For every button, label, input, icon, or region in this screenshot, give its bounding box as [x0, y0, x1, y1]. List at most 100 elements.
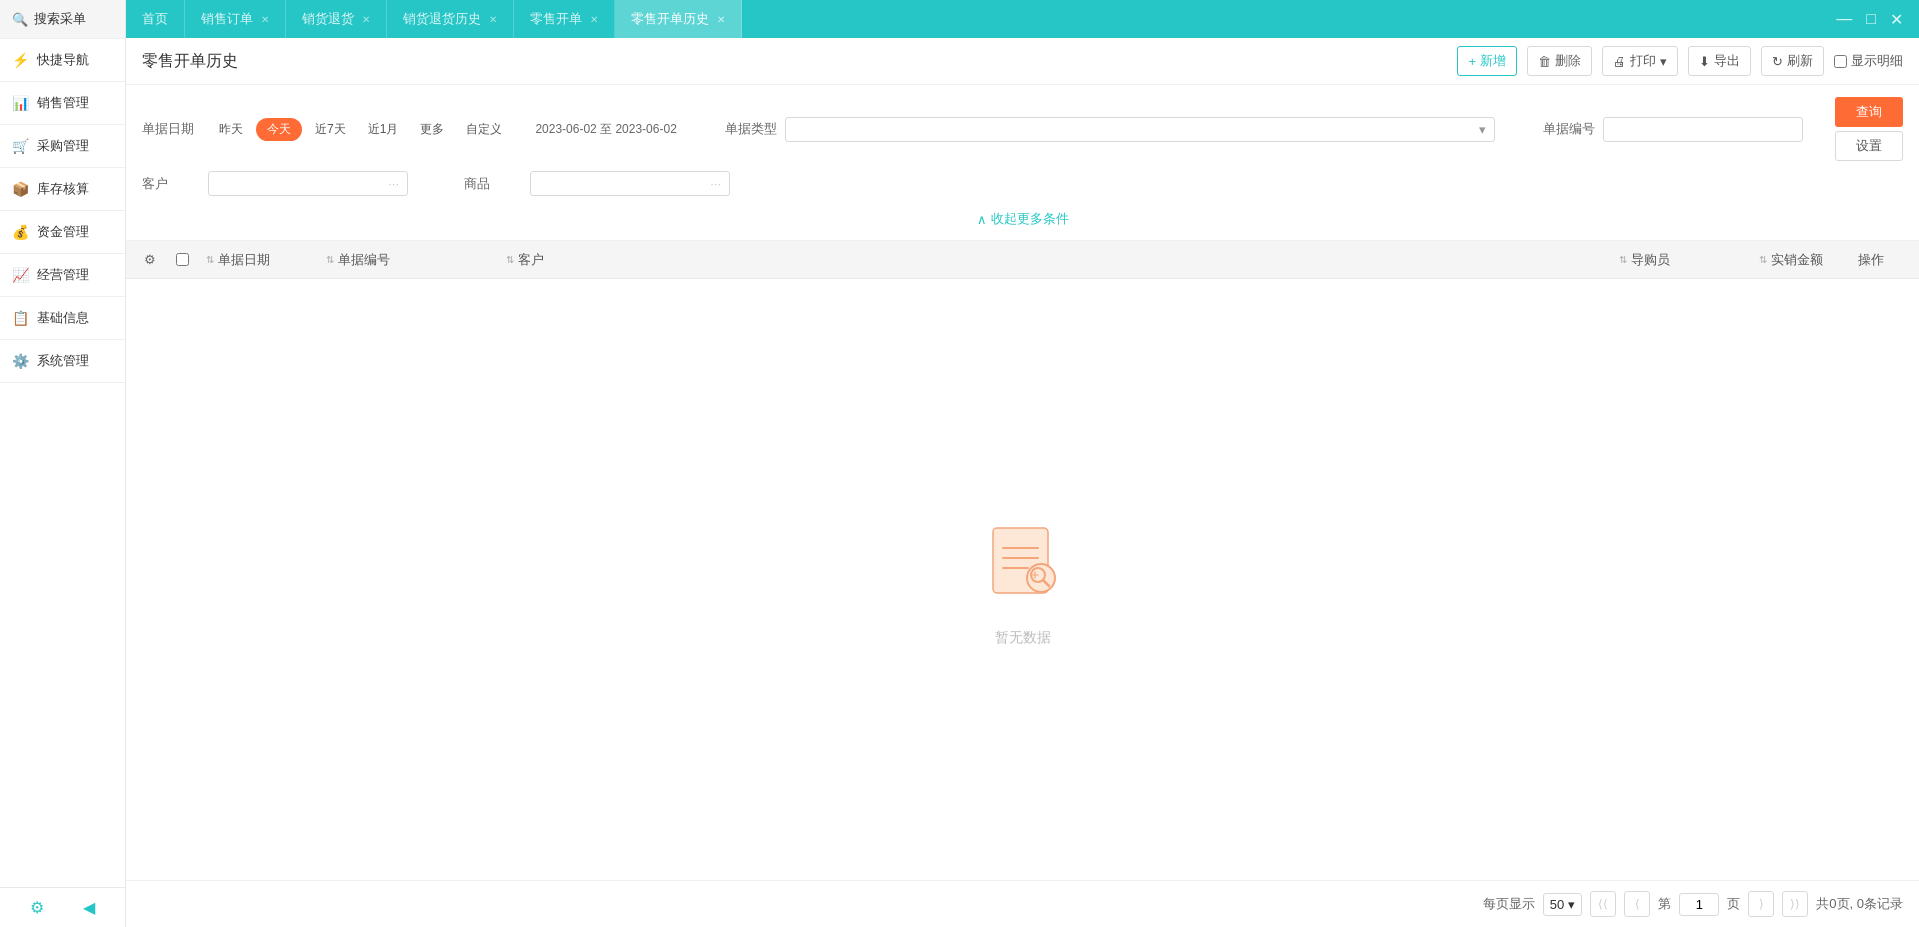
date-btn-custom[interactable]: 自定义 [457, 118, 511, 141]
add-icon: + [1468, 54, 1476, 69]
th-cust-label: 客户 [518, 251, 544, 269]
last-page-button[interactable]: ⟩⟩ [1782, 891, 1808, 917]
sidebar-item-inventory[interactable]: 📦 库存核算 [0, 168, 125, 211]
close-tab-sales-return-icon[interactable]: ✕ [362, 14, 370, 25]
settings-icon[interactable]: ⚙ [30, 898, 44, 917]
doc-type-group: 单据类型 ▾ [725, 117, 1495, 142]
column-settings-button[interactable]: ⚙ [134, 252, 166, 267]
th-ops-label: 操作 [1858, 251, 1884, 269]
date-buttons: 昨天 今天 近7天 近1月 更多 自定义 [210, 118, 511, 141]
close-window-button[interactable]: ✕ [1886, 8, 1907, 31]
date-btn-more[interactable]: 更多 [411, 118, 453, 141]
sidebar-search-label: 搜索采单 [34, 10, 86, 28]
th-num[interactable]: ⇅ 单据编号 [318, 251, 498, 269]
maximize-button[interactable]: □ [1862, 8, 1880, 30]
add-button[interactable]: + 新增 [1457, 46, 1517, 76]
first-page-button[interactable]: ⟨⟨ [1590, 891, 1616, 917]
close-tab-sales-order-icon[interactable]: ✕ [261, 14, 269, 25]
th-date[interactable]: ⇅ 单据日期 [198, 251, 318, 269]
th-customer[interactable]: ⇅ 客户 [498, 251, 1611, 269]
refresh-button[interactable]: ↻ 刷新 [1761, 46, 1824, 76]
biz-mgmt-icon: 📈 [12, 267, 29, 283]
date-range-display: 2023-06-02 至 2023-06-02 [535, 121, 676, 138]
th-num-sort-icon: ⇅ [326, 254, 334, 265]
close-tab-sales-return-hist-icon[interactable]: ✕ [489, 14, 497, 25]
sidebar-item-finance[interactable]: 💰 资金管理 [0, 211, 125, 254]
date-filter-label: 单据日期 [142, 120, 194, 138]
th-date-label: 单据日期 [218, 251, 270, 269]
display-detail-toggle[interactable]: 显示明细 [1834, 52, 1903, 70]
select-all-checkbox[interactable] [176, 253, 189, 266]
sidebar-item-biz-mgmt[interactable]: 📈 经营管理 [0, 254, 125, 297]
doc-num-input[interactable] [1603, 117, 1803, 142]
quick-nav-icon: ⚡ [12, 52, 29, 68]
sidebar-item-label: 库存核算 [37, 180, 89, 198]
setting-button[interactable]: 设置 [1835, 131, 1903, 161]
export-button[interactable]: ⬇ 导出 [1688, 46, 1751, 76]
print-dropdown-icon: ▾ [1660, 54, 1667, 69]
th-sort-icon: ⇅ [206, 254, 214, 265]
sidebar-item-label: 基础信息 [37, 309, 89, 327]
pagination: 每页显示 50 ▾ ⟨⟨ ⟨ 第 页 ⟩ ⟩⟩ 共0页, 0条记录 [126, 880, 1919, 927]
tab-home[interactable]: 首页 [126, 0, 185, 38]
collapse-row: ∧ 收起更多条件 [142, 206, 1903, 228]
date-btn-yesterday[interactable]: 昨天 [210, 118, 252, 141]
sidebar-item-sys-mgmt[interactable]: ⚙️ 系统管理 [0, 340, 125, 383]
tab-retail-open[interactable]: 零售开单 ✕ [514, 0, 615, 38]
next-page-button[interactable]: ⟩ [1748, 891, 1774, 917]
th-amount[interactable]: ⇅ 实销金额 [1711, 251, 1831, 269]
sidebar-item-quick-nav[interactable]: ⚡ 快捷导航 [0, 39, 125, 82]
sidebar: 🔍 搜索采单 ⚡ 快捷导航 📊 销售管理 🛒 采购管理 📦 库存核算 💰 资金管… [0, 0, 126, 927]
basic-info-icon: 📋 [12, 310, 29, 326]
tab-sales-order-label: 销售订单 [201, 10, 253, 28]
export-label: 导出 [1714, 52, 1740, 70]
main-area: 首页 销售订单 ✕ 销货退货 ✕ 销货退货历史 ✕ 零售开单 ✕ 零售开单历史 … [126, 0, 1919, 927]
sidebar-item-purchase-mgmt[interactable]: 🛒 采购管理 [0, 125, 125, 168]
collapse-chevron-icon: ∧ [977, 212, 987, 227]
page-word: 第 [1658, 895, 1671, 913]
empty-text: 暂无数据 [995, 629, 1051, 647]
window-controls: — □ ✕ [1820, 0, 1919, 38]
tab-retail-open-hist[interactable]: 零售开单历史 ✕ [615, 0, 742, 38]
date-btn-last7[interactable]: 近7天 [306, 118, 355, 141]
tab-sales-order[interactable]: 销售订单 ✕ [185, 0, 286, 38]
close-tab-retail-open-icon[interactable]: ✕ [590, 14, 598, 25]
doc-type-select[interactable]: ▾ [785, 117, 1495, 142]
sales-mgmt-icon: 📊 [12, 95, 29, 111]
print-button[interactable]: 🖨 打印 ▾ [1602, 46, 1678, 76]
th-amount-label: 实销金额 [1771, 251, 1823, 269]
tab-sales-return-label: 销货退货 [302, 10, 354, 28]
refresh-icon: ↻ [1772, 54, 1783, 69]
sidebar-search[interactable]: 🔍 搜索采单 [0, 0, 125, 39]
th-ops: 操作 [1831, 251, 1911, 269]
th-guide-label: 导购员 [1631, 251, 1670, 269]
sidebar-footer: ⚙ ◀ [0, 887, 125, 927]
per-page-select[interactable]: 50 ▾ [1543, 893, 1582, 916]
goods-input[interactable]: ··· [530, 171, 730, 196]
query-button[interactable]: 查询 [1835, 97, 1903, 127]
delete-button[interactable]: 🗑 删除 [1527, 46, 1592, 76]
close-tab-retail-open-hist-icon[interactable]: ✕ [717, 14, 725, 25]
page-number-input[interactable] [1679, 893, 1719, 916]
tab-sales-return-hist[interactable]: 销货退货历史 ✕ [387, 0, 514, 38]
sidebar-item-basic-info[interactable]: 📋 基础信息 [0, 297, 125, 340]
select-all-checkbox-cell[interactable] [166, 253, 198, 266]
collapse-sidebar-icon[interactable]: ◀ [83, 898, 95, 917]
customer-input[interactable]: ··· [208, 171, 408, 196]
search-icon: 🔍 [12, 12, 28, 27]
tab-home-label: 首页 [142, 10, 168, 28]
collapse-button[interactable]: ∧ 收起更多条件 [977, 210, 1069, 228]
sys-mgmt-icon: ⚙️ [12, 353, 29, 369]
tab-sales-return[interactable]: 销货退货 ✕ [286, 0, 387, 38]
customer-dots-icon: ··· [388, 176, 399, 191]
export-icon: ⬇ [1699, 54, 1710, 69]
minimize-button[interactable]: — [1832, 8, 1856, 30]
th-guide[interactable]: ⇅ 导购员 [1611, 251, 1711, 269]
sidebar-item-sales-mgmt[interactable]: 📊 销售管理 [0, 82, 125, 125]
display-detail-checkbox[interactable] [1834, 55, 1847, 68]
prev-page-button[interactable]: ⟨ [1624, 891, 1650, 917]
sidebar-item-label: 系统管理 [37, 352, 89, 370]
per-page-value: 50 [1550, 897, 1564, 912]
date-btn-today[interactable]: 今天 [256, 118, 302, 141]
date-btn-last-month[interactable]: 近1月 [359, 118, 408, 141]
